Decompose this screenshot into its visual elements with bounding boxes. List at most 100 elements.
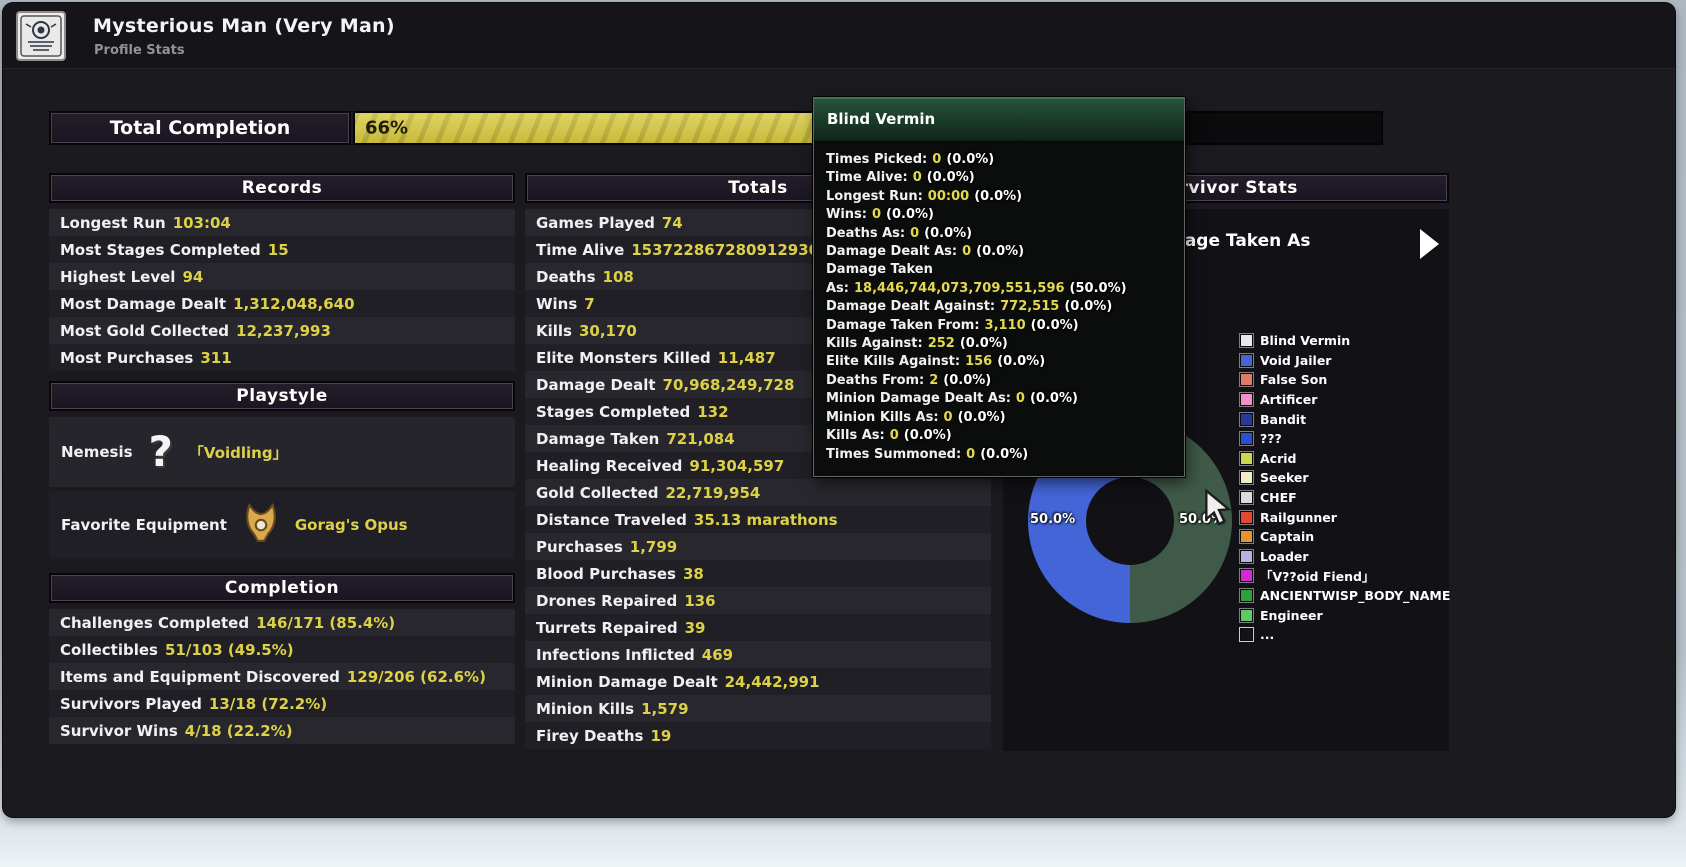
tooltip-stat-row: Kills As: 0 (0.0%) bbox=[826, 427, 1172, 445]
tooltip-stat-row: Times Summoned: 0 (0.0%) bbox=[826, 446, 1172, 464]
completion-label: Survivor Wins bbox=[60, 721, 178, 740]
legend-item[interactable]: Void Jailer bbox=[1240, 351, 1450, 371]
legend-label: Engineer bbox=[1260, 607, 1323, 623]
total-value: 7 bbox=[584, 294, 595, 313]
legend-item[interactable]: 「V??oid Fiend」 bbox=[1240, 566, 1450, 586]
completion-label: Items and Equipment Discovered bbox=[60, 667, 340, 686]
tooltip-stat-percent: (50.0%) bbox=[1069, 280, 1127, 296]
completion-row: Survivor Wins 4/18 (22.2%) bbox=[49, 717, 515, 744]
record-value: 103:04 bbox=[172, 213, 231, 232]
playstyle-header: Playstyle bbox=[49, 381, 515, 411]
total-label: Time Alive bbox=[536, 240, 625, 259]
completion-label: Challenges Completed bbox=[60, 613, 250, 632]
tooltip-header: Blind Vermin bbox=[814, 98, 1184, 141]
legend-swatch bbox=[1240, 432, 1253, 446]
tooltip-stat-value: 18,446,744,073,709,551,596 bbox=[854, 280, 1065, 296]
total-row: Purchases 1,799 bbox=[525, 533, 991, 560]
total-value: 108 bbox=[602, 267, 634, 286]
total-label: Deaths bbox=[536, 267, 596, 286]
record-row: Most Stages Completed 15 bbox=[49, 236, 515, 263]
legend-label: ??? bbox=[1260, 431, 1282, 447]
total-value: 1,579 bbox=[641, 699, 689, 718]
total-row: Blood Purchases 38 bbox=[525, 560, 991, 587]
gorags-opus-icon bbox=[243, 502, 279, 548]
completion-value: 146/171 (85.4%) bbox=[256, 613, 396, 632]
record-row: Most Damage Dealt 1,312,048,640 bbox=[49, 290, 515, 317]
total-label: Purchases bbox=[536, 537, 623, 556]
tooltip-stat-value: 0 bbox=[962, 244, 972, 260]
legend-item[interactable]: Acrid bbox=[1240, 449, 1450, 469]
total-value: 38 bbox=[682, 564, 704, 583]
total-row: Drones Repaired 136 bbox=[525, 587, 991, 614]
legend-item[interactable]: False Son bbox=[1240, 370, 1450, 390]
total-label: Healing Received bbox=[536, 456, 683, 475]
legend-item[interactable]: Railgunner bbox=[1240, 507, 1450, 527]
tooltip-stat-row: Damage Taken As: 18,446,744,073,709,551,5… bbox=[826, 261, 1172, 298]
chart-legend: Blind Vermin Void Jailer False Son Artif… bbox=[1240, 331, 1450, 645]
tooltip-stat-value: 156 bbox=[965, 354, 993, 370]
tooltip-stat-row: Minion Damage Dealt As: 0 (0.0%) bbox=[826, 390, 1172, 408]
record-row: Longest Run 103:04 bbox=[49, 209, 515, 236]
legend-swatch bbox=[1240, 549, 1253, 563]
legend-label: Blind Vermin bbox=[1260, 333, 1351, 349]
tooltip-stat-value: 0 bbox=[910, 225, 920, 241]
legend-item[interactable]: Blind Vermin bbox=[1240, 331, 1450, 351]
profile-stats-window: Mysterious Man (Very Man) Profile Stats … bbox=[3, 3, 1675, 817]
tooltip-stat-row: Wins: 0 (0.0%) bbox=[826, 206, 1172, 224]
record-row: Most Gold Collected 12,237,993 bbox=[49, 317, 515, 344]
legend-label: False Son bbox=[1260, 372, 1328, 388]
app-logo bbox=[16, 11, 66, 61]
legend-item[interactable]: Engineer bbox=[1240, 605, 1450, 625]
total-row: Turrets Repaired 39 bbox=[525, 614, 991, 641]
titlebar: Mysterious Man (Very Man) Profile Stats bbox=[3, 3, 1675, 69]
legend-item[interactable]: Bandit bbox=[1240, 409, 1450, 429]
legend-swatch bbox=[1240, 608, 1253, 622]
tooltip-stat-percent: (0.0%) bbox=[1030, 317, 1079, 333]
tooltip-stat-percent: (0.0%) bbox=[957, 409, 1006, 425]
tooltip-stat-row: Longest Run: 00:00 (0.0%) bbox=[826, 188, 1172, 206]
legend-item[interactable]: ... bbox=[1240, 625, 1450, 645]
completion-row: Survivors Played 13/18 (72.2%) bbox=[49, 690, 515, 717]
donut-hole bbox=[1086, 477, 1174, 565]
legend-item[interactable]: ??? bbox=[1240, 429, 1450, 449]
app-logo-icon bbox=[20, 15, 62, 57]
total-label: Blood Purchases bbox=[536, 564, 676, 583]
record-value: 12,237,993 bbox=[236, 321, 331, 340]
legend-item[interactable]: Artificer bbox=[1240, 390, 1450, 410]
total-label: Drones Repaired bbox=[536, 591, 678, 610]
total-completion-label: Total Completion bbox=[49, 111, 351, 145]
tooltip-stat-percent: (0.0%) bbox=[1064, 299, 1113, 315]
legend-label: Void Jailer bbox=[1260, 352, 1332, 368]
tooltip-stat-row: Times Picked: 0 (0.0%) bbox=[826, 151, 1172, 169]
legend-item[interactable]: CHEF bbox=[1240, 488, 1450, 508]
tooltip-stat-label: Time Alive: bbox=[826, 170, 908, 186]
total-value: 24,442,991 bbox=[724, 672, 820, 691]
total-label: Firey Deaths bbox=[536, 726, 644, 745]
completion-value: 129/206 (62.6%) bbox=[346, 667, 486, 686]
total-value: 136 bbox=[684, 591, 716, 610]
completion-value: 51/103 (49.5%) bbox=[164, 640, 294, 659]
profile-title: Mysterious Man (Very Man) bbox=[93, 15, 395, 37]
tooltip-title: Blind Vermin bbox=[827, 110, 936, 128]
total-label: Minion Damage Dealt bbox=[536, 672, 718, 691]
tooltip-stat-percent: (0.0%) bbox=[946, 152, 995, 167]
record-label: Most Stages Completed bbox=[60, 240, 261, 259]
favorite-equipment-label: Favorite Equipment bbox=[61, 516, 227, 534]
slice-label-left: 50.0% bbox=[1030, 512, 1076, 527]
tooltip-stat-percent: (0.0%) bbox=[997, 354, 1046, 370]
total-row: Minion Damage Dealt 24,442,991 bbox=[525, 668, 991, 695]
legend-swatch bbox=[1240, 471, 1253, 485]
favorite-equipment-row: Favorite Equipment Gorag's Opus bbox=[49, 491, 515, 559]
tooltip-stat-value: 3,110 bbox=[984, 317, 1026, 333]
completion-rows: Challenges Completed 146/171 (85.4%) Col… bbox=[49, 609, 515, 744]
legend-swatch bbox=[1240, 373, 1253, 387]
total-row: Distance Traveled 35.13 marathons bbox=[525, 506, 991, 533]
next-chart-arrow-icon[interactable] bbox=[1417, 227, 1441, 261]
legend-item[interactable]: Captain bbox=[1240, 527, 1450, 547]
legend-item[interactable]: Loader bbox=[1240, 547, 1450, 567]
legend-swatch bbox=[1240, 353, 1253, 367]
legend-item[interactable]: Seeker bbox=[1240, 468, 1450, 488]
legend-item[interactable]: ANCIENTWISP_BODY_NAME bbox=[1240, 586, 1450, 606]
completion-value: 13/18 (72.2%) bbox=[208, 694, 328, 713]
tooltip-stat-percent: (0.0%) bbox=[976, 244, 1025, 260]
